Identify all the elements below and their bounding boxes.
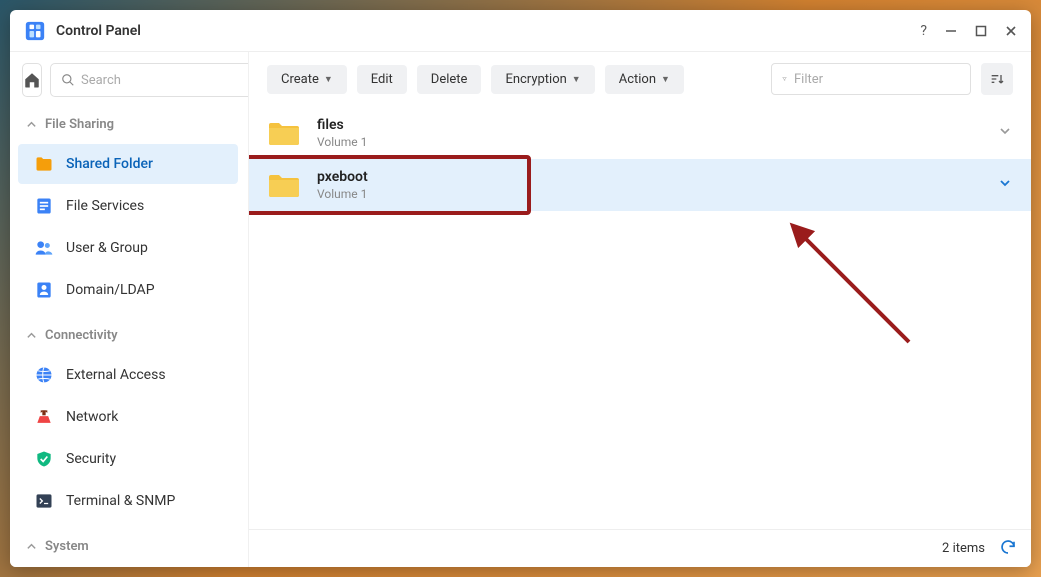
statusbar: 2 items [249,529,1031,567]
section-file-sharing[interactable]: File Sharing [10,107,246,142]
home-button[interactable] [22,63,42,97]
search-box[interactable] [50,63,258,97]
caret-down-icon: ▼ [572,74,581,85]
item-count: 2 items [942,541,985,556]
sidebar-item-label: Terminal & SNMP [66,493,175,509]
section-system[interactable]: System [10,529,246,564]
main-panel: Create▼ Edit Delete Encryption▼ Action▼ [248,52,1031,567]
chevron-down-icon[interactable] [999,125,1011,141]
delete-button[interactable]: Delete [417,65,482,94]
network-icon [34,407,54,427]
shield-icon [34,449,54,469]
create-button[interactable]: Create▼ [267,65,347,94]
sidebar-item-label: External Access [66,367,166,383]
sidebar-item-label: User & Group [66,240,148,256]
folder-meta: files Volume 1 [317,117,983,149]
help-button[interactable]: ? [920,23,927,39]
folder-row[interactable]: files Volume 1 [249,107,1031,159]
external-access-icon [34,365,54,385]
chevron-up-icon [26,119,37,130]
sidebar-item-label: Network [66,409,118,425]
folder-name: files [317,117,983,133]
sidebar-item-terminal-snmp[interactable]: Terminal & SNMP [18,481,238,521]
action-button[interactable]: Action▼ [605,65,684,94]
chevron-up-icon [26,541,37,552]
caret-down-icon: ▼ [661,74,670,85]
sidebar-item-security[interactable]: Security [18,439,238,479]
sidebar-top [10,52,248,107]
filter-box[interactable] [771,63,971,95]
folder-list: files Volume 1 pxeboot Volume 1 [249,107,1031,529]
home-icon [23,71,41,89]
edit-button[interactable]: Edit [357,65,407,94]
toolbar: Create▼ Edit Delete Encryption▼ Action▼ [249,52,1031,107]
sidebar-item-label: Domain/LDAP [66,282,155,298]
filter-icon [782,72,787,86]
sidebar-item-label: Security [66,451,116,467]
sidebar-item-label: Shared Folder [66,156,153,172]
annotation-arrow [789,222,929,362]
window-controls: ? [920,23,1017,39]
folder-location: Volume 1 [317,135,983,149]
app-icon [24,20,46,42]
control-panel-window: Control Panel ? File Sharing [10,10,1031,567]
titlebar: Control Panel ? [10,10,1031,52]
domain-ldap-icon [34,280,54,300]
sidebar-item-user-group[interactable]: User & Group [18,228,238,268]
sidebar: File Sharing Shared Folder File Services… [10,52,248,567]
folder-row[interactable]: pxeboot Volume 1 [249,159,1031,211]
refresh-button[interactable] [999,538,1017,560]
maximize-button[interactable] [975,25,987,37]
sidebar-item-external-access[interactable]: External Access [18,355,238,395]
close-button[interactable] [1005,25,1017,37]
folder-meta: pxeboot Volume 1 [317,169,983,201]
sidebar-item-shared-folder[interactable]: Shared Folder [18,144,238,184]
folder-location: Volume 1 [317,187,983,201]
folder-name: pxeboot [317,169,983,185]
chevron-down-icon[interactable] [999,177,1011,193]
search-input[interactable] [81,73,247,88]
sidebar-item-label: File Services [66,198,144,214]
minimize-button[interactable] [945,25,957,37]
caret-down-icon: ▼ [324,74,333,85]
search-icon [61,73,75,87]
window-body: File Sharing Shared Folder File Services… [10,52,1031,567]
chevron-up-icon [26,330,37,341]
sidebar-item-network[interactable]: Network [18,397,238,437]
section-connectivity[interactable]: Connectivity [10,318,246,353]
encryption-button[interactable]: Encryption▼ [491,65,594,94]
sort-icon [989,71,1005,87]
sidebar-item-file-services[interactable]: File Services [18,186,238,226]
window-title: Control Panel [56,23,920,39]
folder-icon [267,171,301,199]
sort-button[interactable] [981,63,1013,95]
sidebar-item-domain-ldap[interactable]: Domain/LDAP [18,270,238,310]
terminal-icon [34,491,54,511]
folder-icon [267,119,301,147]
shared-folder-icon [34,154,54,174]
file-services-icon [34,196,54,216]
filter-input[interactable] [794,72,960,87]
user-group-icon [34,238,54,258]
sidebar-nav[interactable]: File Sharing Shared Folder File Services… [10,107,248,567]
